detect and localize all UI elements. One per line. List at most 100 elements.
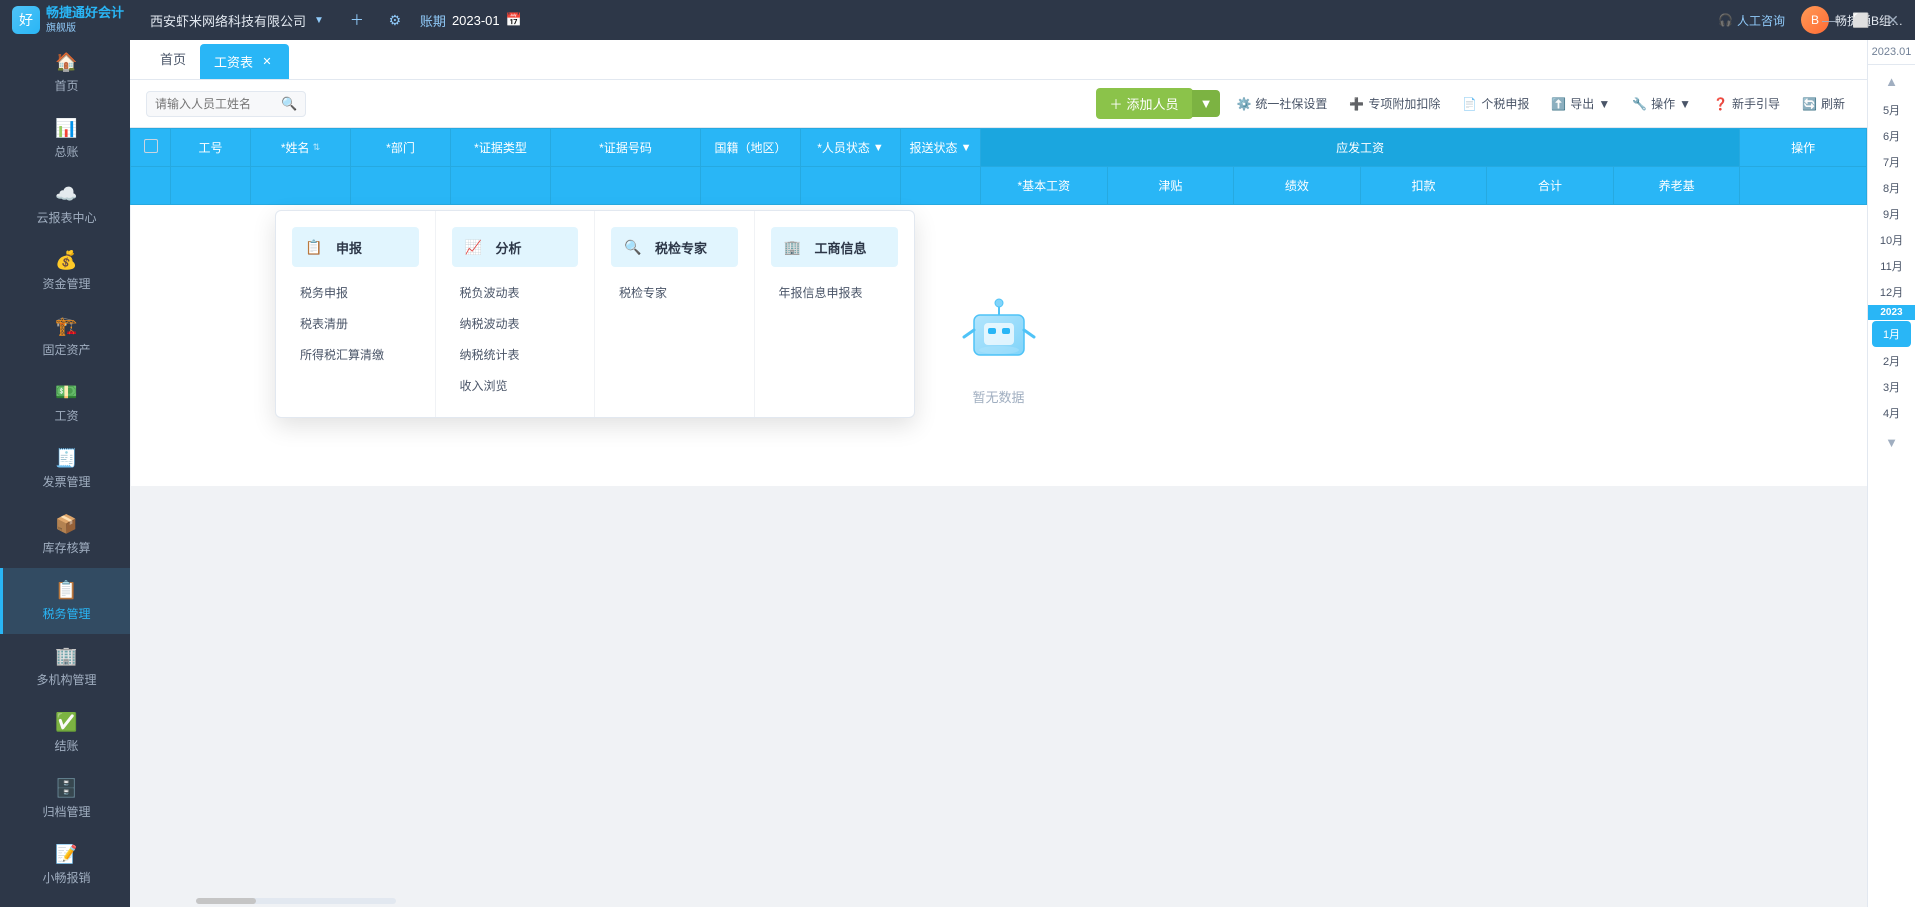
special-deduct-btn[interactable]: ➕ 专项附加扣除 <box>1343 91 1446 116</box>
timeline-month-2023-1[interactable]: 1月 <box>1872 321 1911 347</box>
timeline-month-7[interactable]: 7月 <box>1868 149 1915 175</box>
name-sort-icon[interactable]: ⇅ <box>313 142 321 153</box>
social-security-icon: ⚙️ <box>1236 97 1251 111</box>
th2-nation <box>701 167 801 205</box>
operations-icon: 🔧 <box>1632 97 1647 111</box>
timeline-month-5[interactable]: 5月 <box>1868 97 1915 123</box>
timeline-month-6[interactable]: 6月 <box>1868 123 1915 149</box>
timeline-month-10[interactable]: 10月 <box>1868 227 1915 253</box>
refresh-btn[interactable]: 🔄 刷新 <box>1796 91 1851 116</box>
export-btn[interactable]: ⬆️ 导出 ▼ <box>1545 91 1616 116</box>
income-tax-settle-btn[interactable]: 所得税汇算清缴 <box>292 339 419 370</box>
refresh-icon: 🔄 <box>1802 97 1817 111</box>
sidebar-item-expense[interactable]: 📝 小畅报销 <box>0 832 130 898</box>
period-value: 2023-01 <box>452 13 500 28</box>
search-icon[interactable]: 🔍 <box>281 96 297 112</box>
company-name: 西安虾米网络科技有限公司 <box>150 11 306 30</box>
th-send-status: 报送状态 ▼ <box>901 129 981 167</box>
tax-expert-btn[interactable]: 税检专家 <box>611 277 738 308</box>
sidebar-item-invoice[interactable]: 🧾 发票管理 <box>0 436 130 502</box>
multi-org-icon: 🏢 <box>55 646 77 667</box>
tax-col-analysis: 📈 分析 税负波动表 纳税波动表 纳税统计表 收入浏览 <box>436 211 596 417</box>
special-deduct-icon: ➕ <box>1349 97 1364 111</box>
tax-wave-btn[interactable]: 纳税波动表 <box>452 308 579 339</box>
th2-performance: 绩效 <box>1234 167 1361 205</box>
sidebar-item-basic-settings[interactable]: ⚙️ 基础设置 <box>0 898 130 907</box>
timeline-down-btn[interactable]: ▼ <box>1880 430 1904 454</box>
sidebar-item-cloud-report[interactable]: ☁️ 云报表中心 <box>0 172 130 238</box>
settings-icon[interactable]: ⚙ <box>382 7 408 33</box>
timeline-month-12[interactable]: 12月 <box>1868 279 1915 305</box>
header-checkbox[interactable] <box>144 139 158 153</box>
fixed-asset-icon: 🏗️ <box>55 316 77 337</box>
tab-close-btn[interactable]: ✕ <box>259 54 275 70</box>
th2-cert-type <box>451 167 551 205</box>
new-guide-btn[interactable]: ❓ 新手引导 <box>1707 91 1786 116</box>
sidebar-label-tax: 税务管理 <box>42 605 90 622</box>
sidebar-item-inventory[interactable]: 📦 库存核算 <box>0 502 130 568</box>
minimize-btn[interactable]: — <box>1815 6 1843 34</box>
timeline-month-2023-3[interactable]: 3月 <box>1868 374 1915 400</box>
special-deduct-label: 专项附加扣除 <box>1368 95 1440 112</box>
tab-salary-label: 工资表 <box>214 52 253 71</box>
person-status-filter-icon[interactable]: ▼ <box>873 142 884 154</box>
add-icon: ＋ <box>1110 94 1123 113</box>
sidebar-item-home[interactable]: 🏠 首页 <box>0 40 130 106</box>
sidebar-item-archive[interactable]: 🗄️ 归档管理 <box>0 766 130 832</box>
scrollbar-track <box>196 898 396 904</box>
income-browse-btn[interactable]: 收入浏览 <box>452 370 579 401</box>
no-data-text: 暂无数据 <box>972 387 1024 406</box>
horizontal-scrollbar[interactable] <box>130 895 1867 907</box>
sidebar-item-fixed-asset[interactable]: 🏗️ 固定资产 <box>0 304 130 370</box>
sidebar-item-closing[interactable]: ✅ 结账 <box>0 700 130 766</box>
timeline-up-btn[interactable]: ▲ <box>1880 69 1904 93</box>
personal-tax-btn[interactable]: 📄 个税申报 <box>1456 91 1535 116</box>
annual-report-btn[interactable]: 年报信息申报表 <box>771 277 899 308</box>
inventory-icon: 📦 <box>55 514 77 535</box>
calendar-icon[interactable]: 📅 <box>506 12 522 28</box>
sidebar-item-ledger[interactable]: 📊 总账 <box>0 106 130 172</box>
add-btn-label: 添加人员 <box>1127 94 1179 113</box>
tab-home[interactable]: 首页 <box>146 40 200 79</box>
add-btn-dropdown[interactable]: ▼ <box>1192 90 1221 117</box>
th-nation: 国籍（地区） <box>701 129 801 167</box>
export-arrow: ▼ <box>1598 97 1610 111</box>
timeline-month-11[interactable]: 11月 <box>1868 253 1915 279</box>
home-icon: 🏠 <box>55 52 77 73</box>
operations-btn[interactable]: 🔧 操作 ▼ <box>1626 91 1697 116</box>
sidebar-item-fund[interactable]: 💰 资金管理 <box>0 238 130 304</box>
maximize-btn[interactable]: ⬜ <box>1847 6 1875 34</box>
add-company-btn[interactable]: ＋ <box>344 7 370 33</box>
tax-declaration-btn[interactable]: 税务申报 <box>292 277 419 308</box>
timeline-month-2023-4[interactable]: 4月 <box>1868 400 1915 426</box>
add-person-btn[interactable]: ＋ 添加人员 <box>1096 88 1193 119</box>
salary-icon: 💵 <box>55 382 77 403</box>
timeline-month-9[interactable]: 9月 <box>1868 201 1915 227</box>
content-area: 首页 工资表 ✕ 🔍 ＋ 添加人员 <box>130 40 1867 907</box>
sidebar-label-fund: 资金管理 <box>42 275 90 292</box>
tax-table-list-btn[interactable]: 税表清册 <box>292 308 419 339</box>
timeline-month-2023-2[interactable]: 2月 <box>1868 348 1915 374</box>
th-name: *姓名 ⇅ <box>251 129 351 167</box>
business-header: 🏢 工商信息 <box>771 227 899 267</box>
tab-salary-table[interactable]: 工资表 ✕ <box>200 44 289 79</box>
sidebar-item-tax[interactable]: 📋 税务管理 <box>0 568 130 634</box>
sidebar-item-salary[interactable]: 💵 工资 <box>0 370 130 436</box>
timeline-month-8[interactable]: 8月 <box>1868 175 1915 201</box>
sidebar-item-multi-org[interactable]: 🏢 多机构管理 <box>0 634 130 700</box>
send-status-filter-icon[interactable]: ▼ <box>961 142 972 154</box>
expert-title: 税检专家 <box>655 238 707 257</box>
tax-stats-btn[interactable]: 纳税统计表 <box>452 339 579 370</box>
tax-burden-wave-btn[interactable]: 税负波动表 <box>452 277 579 308</box>
search-input[interactable] <box>155 97 275 111</box>
social-security-btn[interactable]: ⚙️ 统一社保设置 <box>1230 91 1333 116</box>
window-controls: — ⬜ ✕ <box>1815 0 1915 40</box>
company-selector[interactable]: 西安虾米网络科技有限公司 ▼ <box>142 7 332 34</box>
operations-label: 操作 <box>1651 95 1675 112</box>
th-person-status: *人员状态 ▼ <box>801 129 901 167</box>
th2-pension: 养老基 <box>1613 167 1740 205</box>
close-btn[interactable]: ✕ <box>1879 6 1907 34</box>
service-btn[interactable]: 🎧 人工咨询 <box>1718 12 1785 29</box>
toolbar-right: ＋ 添加人员 ▼ ⚙️ 统一社保设置 ➕ 专项附加扣除 📄 <box>1096 88 1851 119</box>
social-security-label: 统一社保设置 <box>1255 95 1327 112</box>
